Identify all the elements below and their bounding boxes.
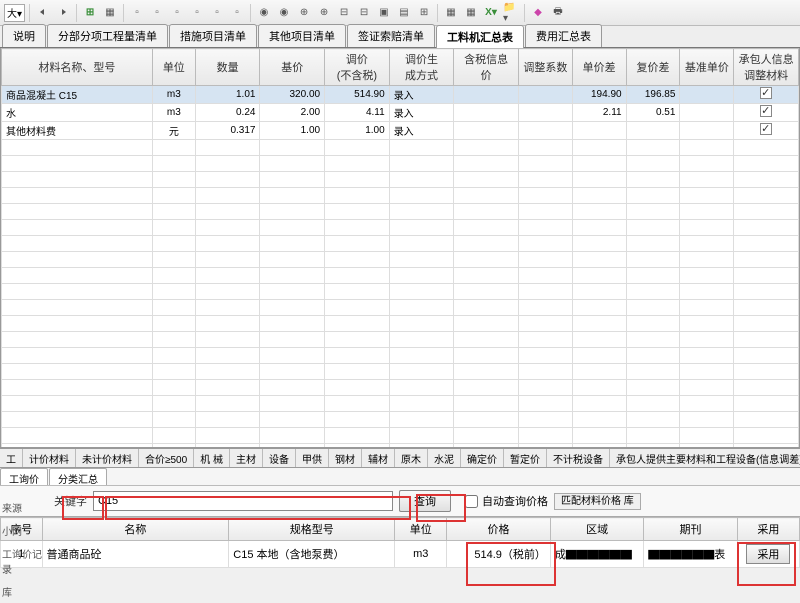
redo-button[interactable] <box>54 4 72 22</box>
grid-header[interactable]: 基价 <box>260 49 325 86</box>
view-icon-1[interactable]: ▦ <box>442 4 460 22</box>
grid-header[interactable]: 调整系数 <box>518 49 572 86</box>
adopt-button[interactable]: 采用 <box>746 544 790 564</box>
grid-header[interactable]: 单价差 <box>572 49 626 86</box>
adjust-checkbox[interactable] <box>760 123 772 135</box>
tool-icon-8[interactable]: ◉ <box>255 4 273 22</box>
main-tab[interactable]: 工料机汇总表 <box>436 25 524 48</box>
tool-icon-7[interactable]: ▫ <box>228 4 246 22</box>
material-grid[interactable]: 材料名称、型号单位数量基价调价(不含税)调价生成方式含税信息价调整系数单价差复价… <box>0 48 800 448</box>
grid-row[interactable]: 商品混凝土 C15m31.01320.00514.90录入194.90196.8… <box>2 86 799 104</box>
grid-header[interactable]: 基准单价 <box>680 49 734 86</box>
tool-icon-12[interactable]: ⊟ <box>335 4 353 22</box>
view-icon-2[interactable]: ▦ <box>462 4 480 22</box>
results-row[interactable]: 1普通商品砼C15 本地（含地泵费）m3514.9（税前）成▇▇▇▇▇▇▇▇▇▇… <box>1 541 800 568</box>
grid-header[interactable]: 数量 <box>195 49 260 86</box>
tool-icon-2[interactable]: ▫ <box>128 4 146 22</box>
tool-icon-15[interactable]: ▤ <box>395 4 413 22</box>
tool-icon-9[interactable]: ◉ <box>275 4 293 22</box>
grid-row[interactable]: 水m30.242.004.11录入2.110.51 <box>2 104 799 122</box>
filter-tab[interactable]: 钢材 <box>329 449 362 468</box>
grid-header[interactable]: 调价(不含税) <box>325 49 390 86</box>
query-tabs: 工询价分类汇总 <box>0 468 800 486</box>
undo-button[interactable] <box>34 4 52 22</box>
tool-icon-4[interactable]: ▫ <box>168 4 186 22</box>
main-tab[interactable]: 措施项目清单 <box>169 24 257 47</box>
filter-tab[interactable]: 原木 <box>395 449 428 468</box>
tool-icon-3[interactable]: ▫ <box>148 4 166 22</box>
printer-icon[interactable]: 🖶 <box>549 4 567 22</box>
filter-tab[interactable]: 暂定价 <box>504 449 547 468</box>
filter-tab[interactable]: 机 械 <box>194 449 230 468</box>
tool-icon-13[interactable]: ⊟ <box>355 4 373 22</box>
query-tab[interactable]: 分类汇总 <box>49 468 107 485</box>
filter-tab[interactable]: 工 <box>0 449 23 468</box>
grid-header[interactable]: 调价生成方式 <box>389 49 454 86</box>
keyword-input[interactable] <box>93 491 393 511</box>
main-tab[interactable]: 分部分项工程量清单 <box>47 24 168 47</box>
grid-header[interactable]: 单位 <box>152 49 195 86</box>
excel-icon[interactable]: X▾ <box>482 4 500 22</box>
grid-header[interactable]: 承包人信息调整材料 <box>734 49 799 86</box>
filter-tab[interactable]: 设备 <box>263 449 296 468</box>
eraser-icon[interactable]: ◆ <box>529 4 547 22</box>
main-toolbar: 大▾ ⊞ ▦ ▫ ▫ ▫ ▫ ▫ ▫ ◉ ◉ ⊕ ⊕ ⊟ ⊟ ▣ ▤ ⊞ ▦ ▦… <box>0 0 800 26</box>
main-tab[interactable]: 签证索赔清单 <box>347 24 435 47</box>
main-tab[interactable]: 费用汇总表 <box>525 24 602 47</box>
grid-header[interactable]: 复价差 <box>626 49 680 86</box>
net-label: 小网 <box>0 519 48 542</box>
tool-icon-1[interactable]: ▦ <box>101 4 119 22</box>
grid-row[interactable]: 其他材料费元0.3171.001.00录入 <box>2 122 799 140</box>
keyword-label: 关键字 <box>54 493 87 509</box>
results-header[interactable]: 期刊 <box>644 518 737 541</box>
filter-tab[interactable]: 承包人提供主要材料和工程设备(信息调差) <box>610 449 800 468</box>
tool-icon-16[interactable]: ⊞ <box>415 4 433 22</box>
filter-tabs: 工计价材料未计价材料合价≥500机 械主材设备甲供钢材辅材原木水泥确定价暂定价不… <box>0 448 800 468</box>
results-header[interactable]: 采用 <box>737 518 799 541</box>
tool-icon-6[interactable]: ▫ <box>208 4 226 22</box>
results-header[interactable]: 单位 <box>395 518 447 541</box>
tool-icon-11[interactable]: ⊕ <box>315 4 333 22</box>
filter-tab[interactable]: 计价材料 <box>23 449 76 468</box>
auto-query-checkbox[interactable]: 自动查询价格 <box>465 493 548 509</box>
left-panel-labels: 来源 小网 工询价记录 库 <box>0 496 48 603</box>
filter-tab[interactable]: 确定价 <box>461 449 504 468</box>
main-tabs: 说明分部分项工程量清单措施项目清单其他项目清单签证索赔清单工料机汇总表费用汇总表 <box>0 26 800 48</box>
results-header[interactable]: 区域 <box>550 518 643 541</box>
tree-icon[interactable]: ⊞ <box>81 4 99 22</box>
filter-tab[interactable]: 辅材 <box>362 449 395 468</box>
filter-tab[interactable]: 合价≥500 <box>139 449 194 468</box>
match-library-button[interactable]: 匹配材料价格 库 <box>554 493 641 510</box>
filter-tab[interactable]: 不计税设备 <box>547 449 610 468</box>
adjust-checkbox[interactable] <box>760 105 772 117</box>
results-header[interactable]: 价格 <box>447 518 551 541</box>
main-tab[interactable]: 其他项目清单 <box>258 24 346 47</box>
query-button[interactable]: 查询 <box>399 490 451 512</box>
adjust-checkbox[interactable] <box>760 87 772 99</box>
search-bar: 关键字 查询 自动查询价格 匹配材料价格 库 <box>0 486 800 516</box>
font-size-combo[interactable]: 大▾ <box>4 4 25 22</box>
record-label: 工询价记录 <box>0 542 48 580</box>
filter-tab[interactable]: 水泥 <box>428 449 461 468</box>
lib-label: 库 <box>0 580 48 603</box>
filter-tab[interactable]: 主材 <box>230 449 263 468</box>
results-grid[interactable]: 序号名称规格型号单位价格区域期刊采用 1普通商品砼C15 本地（含地泵费）m35… <box>0 516 800 568</box>
tool-icon-10[interactable]: ⊕ <box>295 4 313 22</box>
source-label: 来源 <box>0 496 48 519</box>
query-tab[interactable]: 工询价 <box>0 468 48 485</box>
grid-header[interactable]: 含税信息价 <box>454 49 519 86</box>
filter-tab[interactable]: 未计价材料 <box>76 449 139 468</box>
results-header[interactable]: 名称 <box>42 518 229 541</box>
main-tab[interactable]: 说明 <box>2 24 46 47</box>
folder-icon[interactable]: 📁▾ <box>502 4 520 22</box>
tool-icon-5[interactable]: ▫ <box>188 4 206 22</box>
grid-header[interactable]: 材料名称、型号 <box>2 49 153 86</box>
filter-tab[interactable]: 甲供 <box>296 449 329 468</box>
tool-icon-14[interactable]: ▣ <box>375 4 393 22</box>
results-header[interactable]: 规格型号 <box>229 518 395 541</box>
